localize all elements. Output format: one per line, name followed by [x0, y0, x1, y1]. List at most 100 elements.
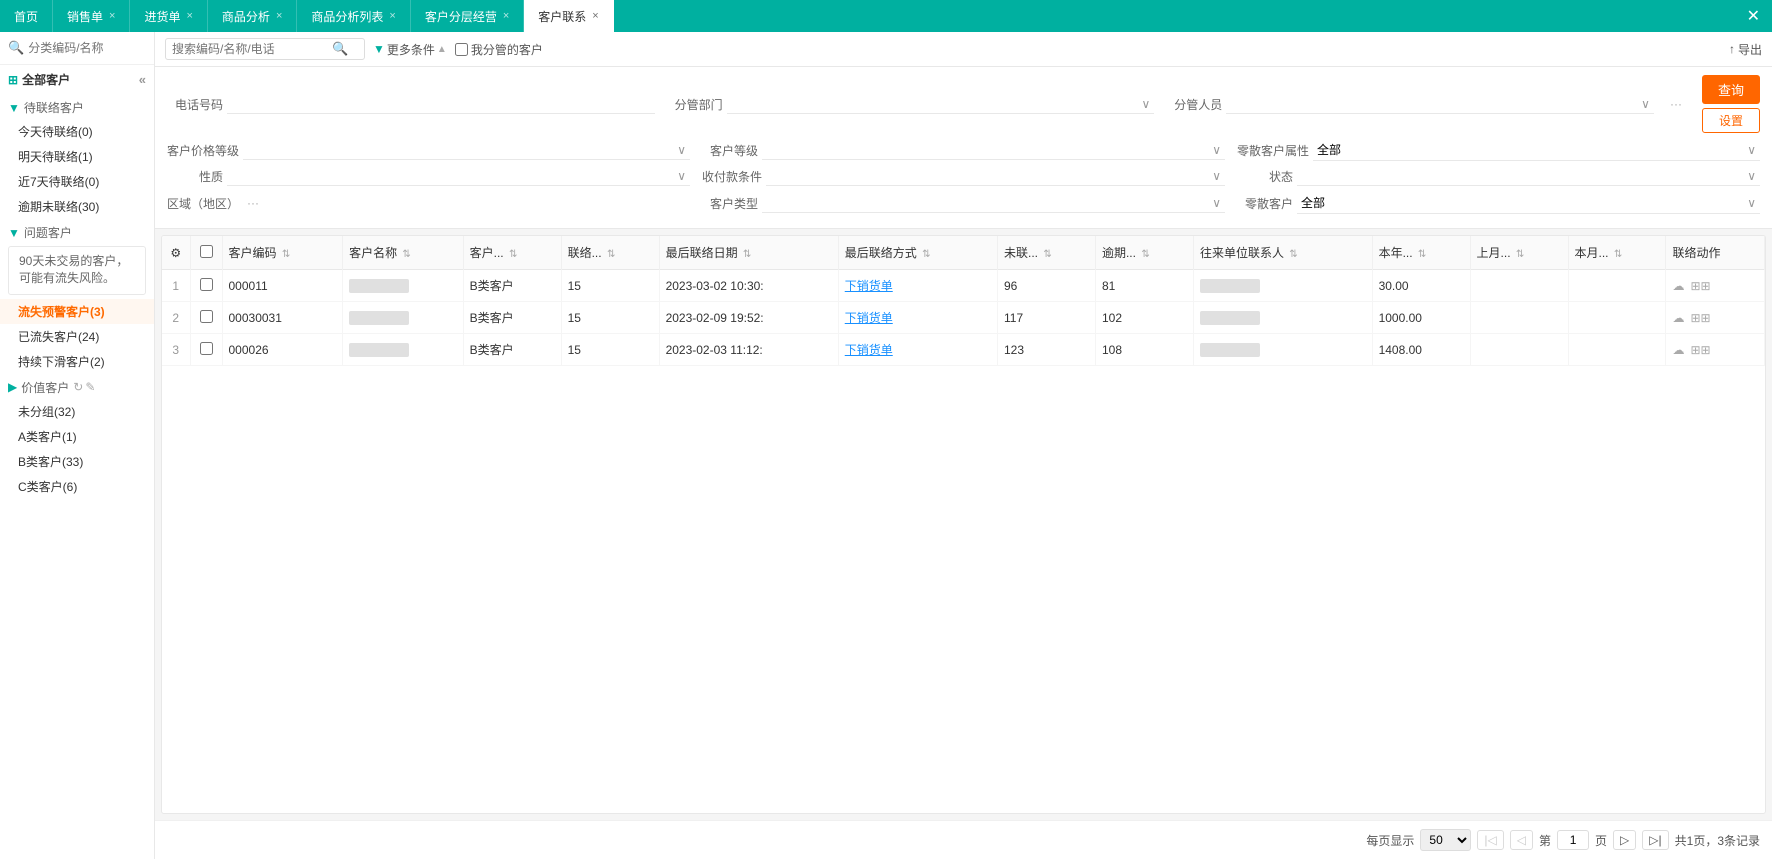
col-last-month[interactable]: 上月... ⇅	[1470, 236, 1568, 270]
row-uc-1	[1193, 302, 1372, 334]
tab-customer-contact[interactable]: 客户联系 ×	[524, 0, 613, 32]
col-contact[interactable]: 联络... ⇅	[561, 236, 659, 270]
col-overdue[interactable]: 逾期... ⇅	[1095, 236, 1193, 270]
sidebar-item-ungroup[interactable]: 未分组(32)	[0, 399, 154, 424]
row-type-0: B类客户	[463, 270, 561, 302]
row-last-type-1[interactable]: 下销货单	[838, 302, 997, 334]
more-conditions-btn[interactable]: ▼ 更多条件 ▲	[373, 41, 447, 58]
last-page-btn[interactable]: ▷|	[1642, 830, 1668, 850]
col-this-year[interactable]: 本年... ⇅	[1372, 236, 1470, 270]
action-more-icon-1[interactable]: ⊞⊞	[1690, 311, 1710, 325]
select-all-checkbox[interactable]	[200, 245, 213, 258]
refresh-icon[interactable]: ↻	[73, 380, 83, 394]
filter-grade-select[interactable]: ∨	[762, 141, 1225, 160]
filter-ctype-select[interactable]: ∨	[762, 194, 1225, 213]
filter-status-select[interactable]: ∨	[1297, 167, 1760, 186]
sidebar-item-class-a[interactable]: A类客户(1)	[0, 424, 154, 449]
row-last-type-0[interactable]: 下销货单	[838, 270, 997, 302]
all-customers-header[interactable]: ⊞ 全部客户 «	[0, 65, 154, 94]
query-button[interactable]: 查询	[1702, 75, 1760, 104]
col-last-type[interactable]: 最后联络方式 ⇅	[838, 236, 997, 270]
filter-manager-select[interactable]: ∨	[1226, 95, 1654, 114]
sidebar-item-churn-warning[interactable]: 流失预警客户(3)	[0, 299, 154, 324]
action-more-icon-2[interactable]: ⊞⊞	[1690, 343, 1710, 357]
sidebar-item-today-contact[interactable]: 今天待联络(0)	[0, 119, 154, 144]
action-more-icon-0[interactable]: ⊞⊞	[1690, 279, 1710, 293]
sidebar-item-tomorrow-contact[interactable]: 明天待联络(1)	[0, 144, 154, 169]
sidebar-item-overdue-contact[interactable]: 逾期未联络(30)	[0, 194, 154, 219]
sidebar-item-class-b[interactable]: B类客户(33)	[0, 449, 154, 474]
col-settings[interactable]: ⚙	[162, 236, 190, 270]
prev-page-btn[interactable]: ◁	[1510, 830, 1533, 850]
col-code[interactable]: 客户编码 ⇅	[222, 236, 343, 270]
toolbar-search-input[interactable]	[172, 42, 332, 56]
filter-price-level-select[interactable]: ∨	[243, 141, 690, 160]
col-not-contacted[interactable]: 未联... ⇅	[998, 236, 1096, 270]
tab-analysis-list[interactable]: 商品分析列表 ×	[297, 0, 410, 32]
filter-dept-select[interactable]: ∨	[727, 95, 1155, 114]
filter-retail-attr-select[interactable]: 全部 ∨	[1313, 139, 1760, 161]
filter-dots-icon[interactable]: ···	[1666, 97, 1686, 111]
col-checkbox[interactable]	[190, 236, 222, 270]
section-value-customers[interactable]: ▶ 价值客户 ↻ ✎	[0, 374, 154, 399]
row-uc-2	[1193, 334, 1372, 366]
action-contact-icon-0[interactable]: ☁	[1672, 279, 1684, 293]
edit-icon[interactable]: ✎	[85, 380, 95, 394]
settings-button[interactable]: 设置	[1702, 108, 1760, 133]
col-this-month[interactable]: 本月... ⇅	[1568, 236, 1666, 270]
data-table: ⚙ 客户编码 ⇅ 客户名称 ⇅ 客户...	[162, 236, 1765, 366]
filter-region-label: 区域（地区）	[167, 195, 239, 212]
filter-phone-input[interactable]	[227, 95, 655, 114]
sidebar-search-input[interactable]	[28, 41, 155, 55]
col-name[interactable]: 客户名称 ⇅	[343, 236, 464, 270]
my-customers-checkbox[interactable]: 我分管的客户	[455, 41, 543, 58]
row-code-2: 000026	[222, 334, 343, 366]
section-pending-contact[interactable]: ▼ 待联络客户	[0, 94, 154, 119]
window-close-icon[interactable]: ✕	[1735, 6, 1772, 26]
my-customers-check[interactable]	[455, 43, 468, 56]
filter-retail-attr-label: 零散客户属性	[1237, 142, 1309, 159]
sidebar-item-week-contact[interactable]: 近7天待联络(0)	[0, 169, 154, 194]
action-contact-icon-1[interactable]: ☁	[1672, 311, 1684, 325]
sidebar-search-icon: 🔍	[8, 40, 24, 56]
close-analysis-icon[interactable]: ×	[276, 10, 282, 22]
tab-home[interactable]: 首页	[0, 0, 53, 32]
filter-retail-select[interactable]: 全部 ∨	[1297, 192, 1760, 214]
tab-sales[interactable]: 销售单 ×	[53, 0, 130, 32]
export-button[interactable]: ↑ 导出	[1729, 41, 1762, 58]
first-page-btn[interactable]: |◁	[1477, 830, 1503, 850]
sidebar-item-churned[interactable]: 已流失客户(24)	[0, 324, 154, 349]
chevron-down-icon: ▲	[437, 44, 447, 55]
tab-customer-layer[interactable]: 客户分层经营 ×	[411, 0, 524, 32]
page-number-input[interactable]	[1557, 830, 1589, 850]
sidebar-search-container: 🔍	[0, 32, 154, 65]
close-sales-icon[interactable]: ×	[109, 10, 115, 22]
row-checkbox-2[interactable]	[200, 342, 213, 355]
filter-region-dots[interactable]: ···	[243, 196, 263, 210]
page-size-select[interactable]: 50 100	[1420, 829, 1471, 851]
tab-analysis[interactable]: 商品分析 ×	[208, 0, 297, 32]
toolbar-search-icon[interactable]: 🔍	[332, 41, 348, 57]
close-purchase-icon[interactable]: ×	[186, 10, 192, 22]
filter-nature-select[interactable]: ∨	[227, 167, 690, 186]
filter-payment-select[interactable]: ∨	[766, 167, 1225, 186]
row-checkbox-0[interactable]	[200, 278, 213, 291]
close-customer-layer-icon[interactable]: ×	[503, 10, 509, 22]
section-problem-customers[interactable]: ▼ 问题客户	[0, 219, 154, 244]
tab-purchase[interactable]: 进货单 ×	[130, 0, 207, 32]
col-unit-contact[interactable]: 往来单位联系人 ⇅	[1193, 236, 1372, 270]
arrow-right-icon: ▶	[8, 380, 17, 394]
row-last-type-2[interactable]: 下销货单	[838, 334, 997, 366]
col-last-date[interactable]: 最后联络日期 ⇅	[659, 236, 838, 270]
sidebar-item-class-c[interactable]: C类客户(6)	[0, 474, 154, 499]
row-num-1: 2	[162, 302, 190, 334]
col-type[interactable]: 客户... ⇅	[463, 236, 561, 270]
close-customer-contact-icon[interactable]: ×	[592, 10, 598, 22]
action-contact-icon-2[interactable]: ☁	[1672, 343, 1684, 357]
collapse-icon[interactable]: «	[139, 72, 146, 87]
row-lm-2	[1470, 334, 1568, 366]
next-page-btn[interactable]: ▷	[1613, 830, 1636, 850]
close-analysis-list-icon[interactable]: ×	[389, 10, 395, 22]
sidebar-item-declining[interactable]: 持续下滑客户(2)	[0, 349, 154, 374]
row-checkbox-1[interactable]	[200, 310, 213, 323]
